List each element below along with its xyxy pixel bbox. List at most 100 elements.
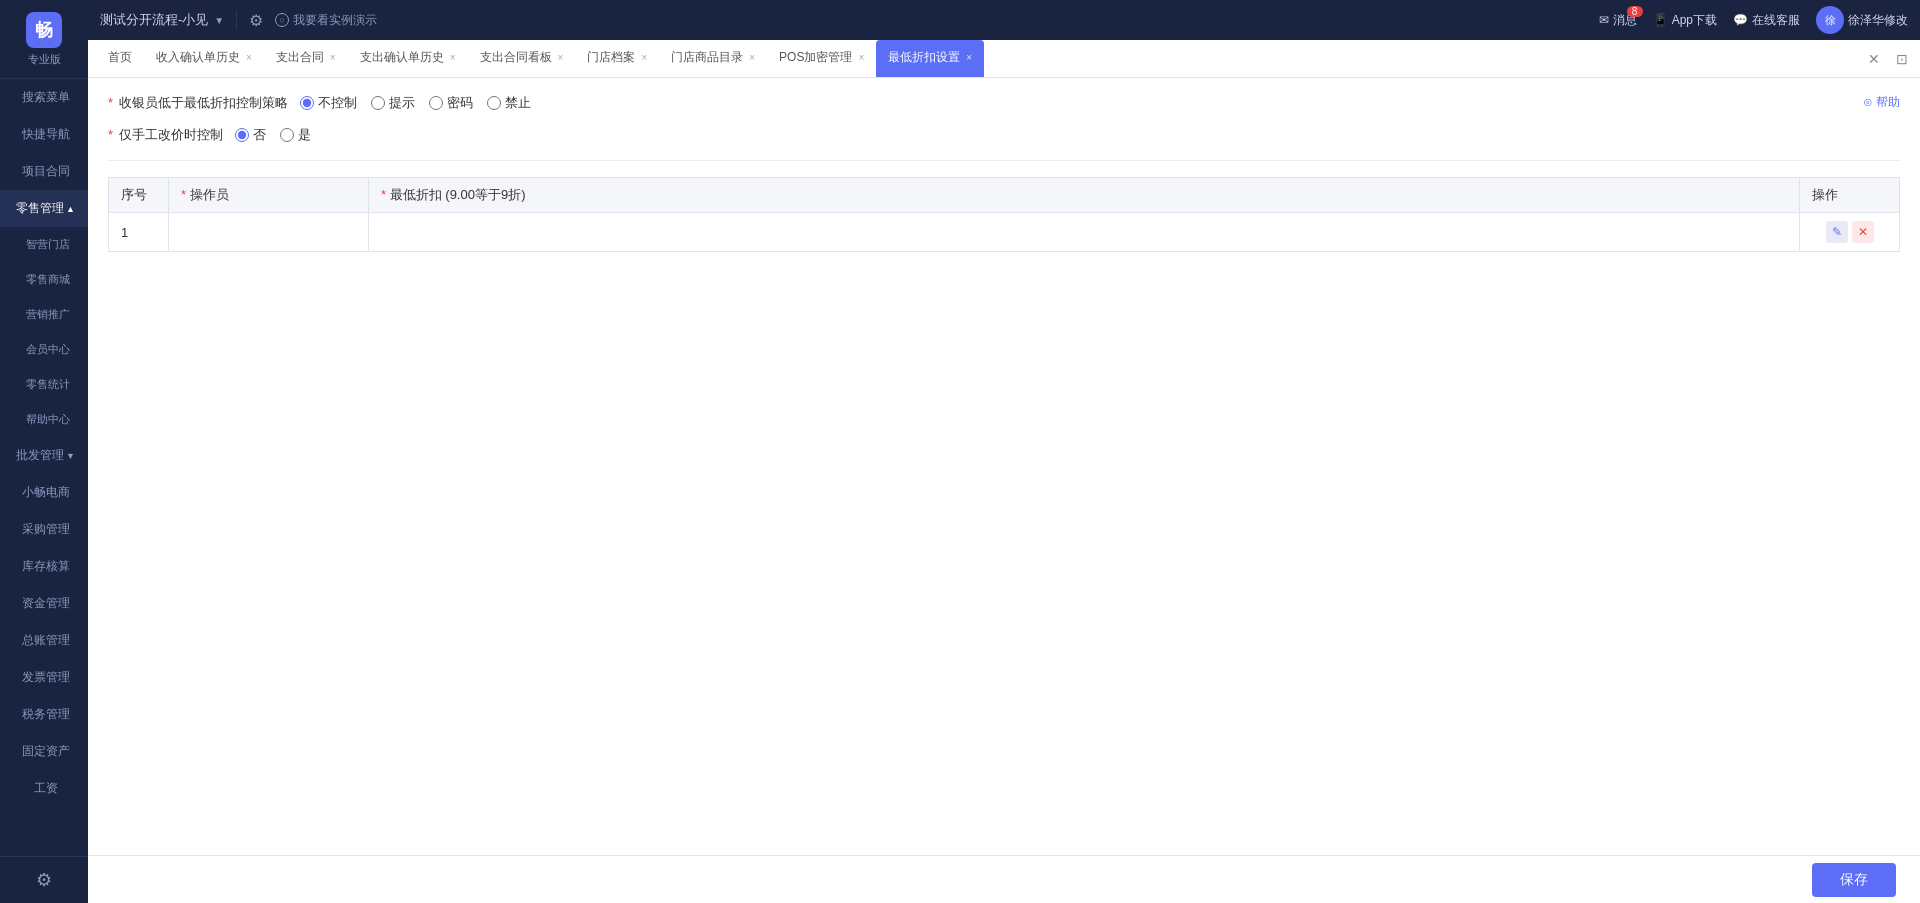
option-forbidden[interactable]: 禁止 [487, 94, 531, 112]
tab-label: 最低折扣设置 [888, 49, 960, 66]
tab-store-file[interactable]: 门店档案 × [575, 40, 659, 78]
cell-operator [169, 213, 369, 252]
notification-icon: ✉ [1599, 13, 1609, 27]
discount-control-options: 不控制 提示 密码 禁止 [300, 94, 531, 112]
sidebar-item-label: 批发管理 [16, 447, 64, 464]
avatar: 徐 [1816, 6, 1844, 34]
topbar: 测试分开流程-小见 ▼ ⚙ ○ 我要看实例演示 ✉ 消息 8 📱 App下载 💬… [88, 0, 1920, 40]
main-area: 测试分开流程-小见 ▼ ⚙ ○ 我要看实例演示 ✉ 消息 8 📱 App下载 💬… [88, 0, 1920, 903]
user-menu-button[interactable]: 徐 徐泽华修改 [1816, 6, 1908, 34]
chevron-down-icon: ▼ [66, 451, 75, 461]
tab-home[interactable]: 首页 [96, 40, 144, 78]
delete-button[interactable]: ✕ [1852, 221, 1874, 243]
sidebar-item-xc-ecommerce[interactable]: 小畅电商 [0, 474, 88, 511]
action-buttons: ✎ ✕ [1812, 221, 1887, 243]
sidebar-item-retail-mall[interactable]: 零售商城 [0, 262, 88, 297]
tab-close-icon[interactable]: × [858, 52, 864, 63]
manual-control-options: 否 是 [235, 126, 311, 144]
footer: 保存 [88, 855, 1920, 903]
tab-store-product[interactable]: 门店商品目录 × [659, 40, 767, 78]
manual-control-row: * 仅手工改价时控制 否 是 [108, 126, 1900, 144]
close-tab-btn[interactable]: ✕ [1864, 49, 1884, 69]
tab-close-icon[interactable]: × [558, 52, 564, 63]
notifications-button[interactable]: ✉ 消息 8 [1599, 12, 1637, 29]
sidebar-item-help-center[interactable]: 帮助中心 [0, 402, 88, 437]
sidebar-item-tax-mgmt[interactable]: 税务管理 [0, 696, 88, 733]
notifications-badge: 8 [1627, 6, 1643, 17]
tab-payment-board[interactable]: 支出合同看板 × [468, 40, 576, 78]
sidebar-item-fixed-assets[interactable]: 固定资产 [0, 733, 88, 770]
project-chevron-icon: ▼ [214, 15, 224, 26]
th-action: 操作 [1800, 178, 1900, 213]
sidebar-item-inventory-calc[interactable]: 库存核算 [0, 548, 88, 585]
sidebar-item-wholesale-mgmt[interactable]: 批发管理 ▼ [0, 437, 88, 474]
tab-close-icon[interactable]: × [966, 52, 972, 63]
option-label: 不控制 [318, 94, 357, 112]
tabbar: 首页 收入确认单历史 × 支出合同 × 支出确认单历史 × 支出合同看板 × 门… [88, 40, 1920, 78]
option-prompt[interactable]: 提示 [371, 94, 415, 112]
topbar-settings-button[interactable]: ⚙ [249, 11, 263, 30]
table-body: 1 ✎ ✕ [109, 213, 1900, 252]
table-section: 序号 * 操作员 * 最低折扣 (9.00等于9折) 操作 [108, 177, 1900, 252]
option-label: 禁止 [505, 94, 531, 112]
sidebar-item-project-contract[interactable]: 项目合同 [0, 153, 88, 190]
sidebar-menu: 搜索菜单 快捷导航 项目合同 零售管理 ▲ 智营门店 零售商城 营销推广 会员中… [0, 79, 88, 856]
sidebar-item-retail-mgmt[interactable]: 零售管理 ▲ [0, 190, 88, 227]
edit-button[interactable]: ✎ [1826, 221, 1848, 243]
tab-close-icon[interactable]: × [246, 52, 252, 63]
user-name: 徐泽华修改 [1848, 12, 1908, 29]
option-password[interactable]: 密码 [429, 94, 473, 112]
sidebar: 畅 专业版 搜索菜单 快捷导航 项目合同 零售管理 ▲ 智营门店 零售商城 营销… [0, 0, 88, 903]
sidebar-item-invoice-mgmt[interactable]: 发票管理 [0, 659, 88, 696]
sidebar-item-finance-mgmt[interactable]: 资金管理 [0, 585, 88, 622]
tab-label: 支出确认单历史 [360, 49, 444, 66]
option-no-control[interactable]: 不控制 [300, 94, 357, 112]
required-marker: * [108, 95, 113, 110]
logo-text: 专业版 [28, 52, 61, 66]
expand-btn[interactable]: ⊡ [1892, 49, 1912, 69]
tab-close-icon[interactable]: × [450, 52, 456, 63]
sidebar-item-marketing[interactable]: 营销推广 [0, 297, 88, 332]
app-download-button[interactable]: 📱 App下载 [1653, 12, 1717, 29]
tab-label: POS加密管理 [779, 49, 852, 66]
sidebar-item-search[interactable]: 搜索菜单 [0, 79, 88, 116]
manual-control-label: * 仅手工改价时控制 [108, 126, 223, 144]
form-section: ⊙ 帮助 * 收银员低于最低折扣控制策略 不控制 提示 [108, 94, 1900, 161]
sidebar-item-ledger-mgmt[interactable]: 总账管理 [0, 622, 88, 659]
demo-icon: ○ [275, 13, 289, 27]
sidebar-item-retail-stats[interactable]: 零售统计 [0, 367, 88, 402]
option-yes[interactable]: 是 [280, 126, 311, 144]
sidebar-item-member-center[interactable]: 会员中心 [0, 332, 88, 367]
option-no[interactable]: 否 [235, 126, 266, 144]
sidebar-bottom: ⚙ [0, 856, 88, 903]
tab-label: 门店商品目录 [671, 49, 743, 66]
project-selector[interactable]: 测试分开流程-小见 ▼ [100, 11, 224, 29]
demo-button[interactable]: ○ 我要看实例演示 [275, 12, 377, 29]
help-button[interactable]: ⊙ 帮助 [1863, 94, 1900, 111]
settings-icon[interactable]: ⚙ [36, 870, 52, 890]
table-header: 序号 * 操作员 * 最低折扣 (9.00等于9折) 操作 [109, 178, 1900, 213]
tab-pos-password[interactable]: POS加密管理 × [767, 40, 876, 78]
sidebar-item-shortcuts[interactable]: 快捷导航 [0, 116, 88, 153]
option-label: 否 [253, 126, 266, 144]
content-inner: ⊙ 帮助 * 收银员低于最低折扣控制策略 不控制 提示 [88, 78, 1920, 903]
tabbar-controls: ✕ ⊡ [1864, 49, 1912, 69]
project-name: 测试分开流程-小见 [100, 11, 208, 29]
logo-icon: 畅 [26, 12, 62, 48]
sidebar-item-smart-store[interactable]: 智营门店 [0, 227, 88, 262]
tab-income-confirm[interactable]: 收入确认单历史 × [144, 40, 264, 78]
online-service-button[interactable]: 💬 在线客服 [1733, 12, 1800, 29]
tab-close-icon[interactable]: × [749, 52, 755, 63]
tab-payment-confirm[interactable]: 支出确认单历史 × [348, 40, 468, 78]
tab-label: 收入确认单历史 [156, 49, 240, 66]
tab-payment-contract[interactable]: 支出合同 × [264, 40, 348, 78]
sidebar-item-purchase-mgmt[interactable]: 采购管理 [0, 511, 88, 548]
tab-close-icon[interactable]: × [641, 52, 647, 63]
download-icon: 📱 [1653, 13, 1668, 27]
sidebar-item-salary[interactable]: 工资 [0, 770, 88, 807]
tab-min-discount[interactable]: 最低折扣设置 × [876, 40, 984, 78]
chevron-up-icon: ▲ [66, 204, 75, 214]
cell-min-discount [369, 213, 1800, 252]
tab-close-icon[interactable]: × [330, 52, 336, 63]
save-button[interactable]: 保存 [1812, 863, 1896, 897]
